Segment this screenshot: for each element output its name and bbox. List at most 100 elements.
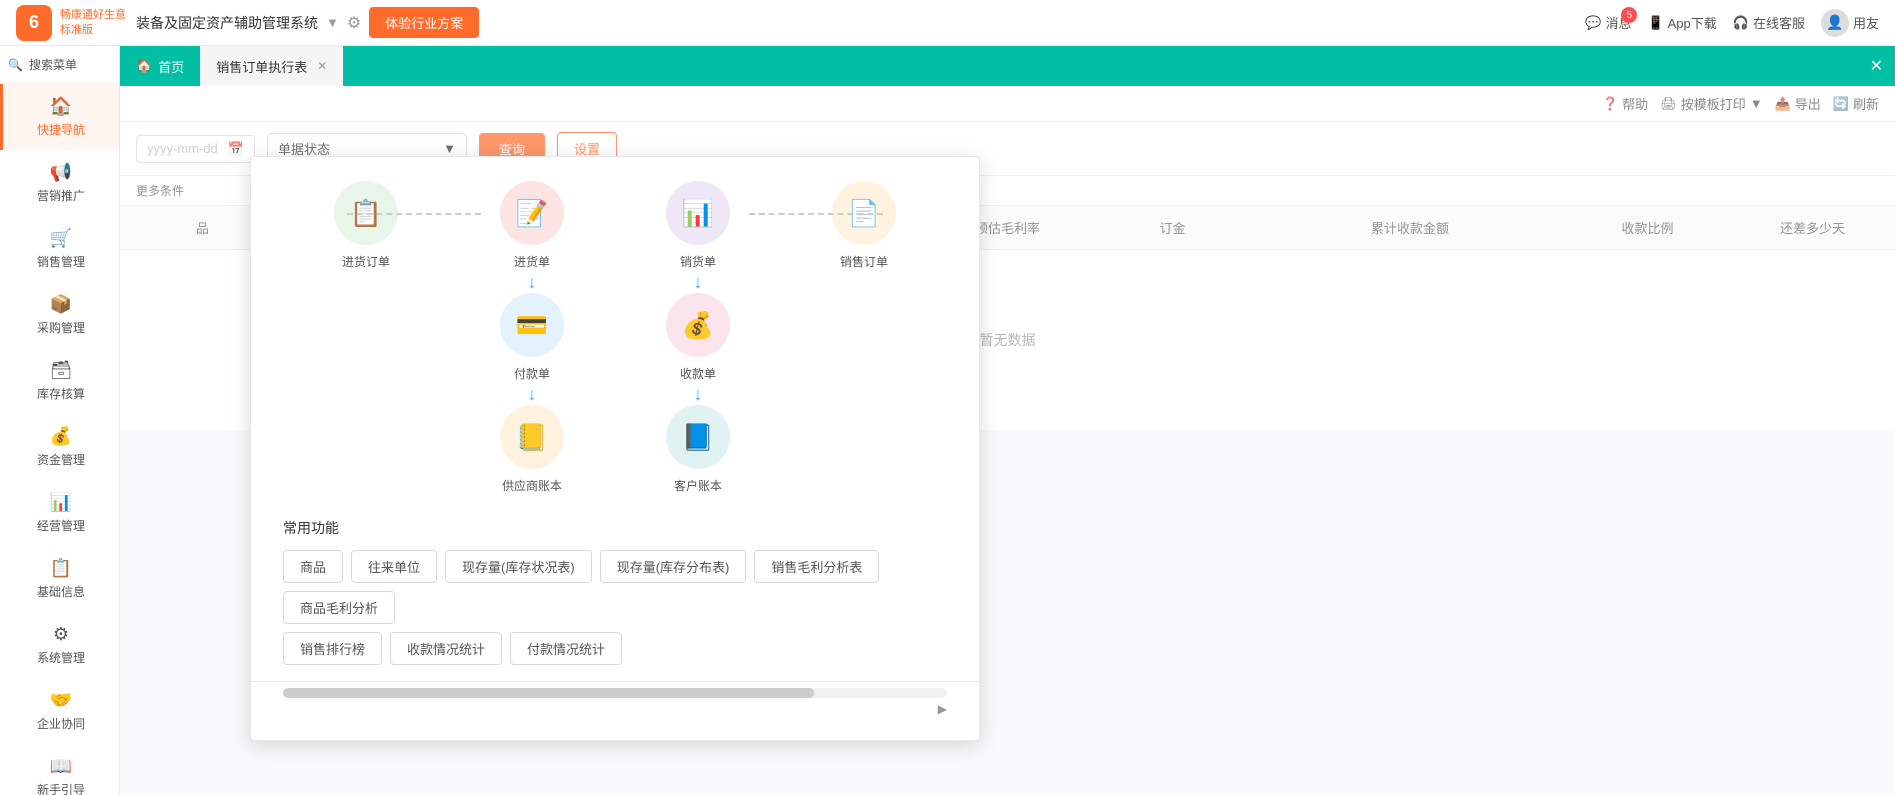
- wf-node-purchase-order: 📋 进货订单: [283, 181, 449, 270]
- supplier-ledger-icon: 📒: [500, 405, 564, 469]
- tabbar: 🏠 首页 销售订单执行表 ✕ ✕: [120, 46, 1895, 86]
- experience-button[interactable]: 体验行业方案: [369, 7, 479, 38]
- app-logo: 6 畅康通好生意 标准版: [16, 5, 136, 41]
- sidebar-item-basic-info[interactable]: 📋 基础信息: [0, 546, 119, 612]
- payment-bill-down-arrow: ↓: [528, 384, 537, 405]
- common-buttons-row1: 商品 往来单位 现存量(库存状况表) 现存量(库存分布表) 销售毛利分析表 商品…: [283, 550, 947, 624]
- wf-node-customer-ledger: 📘 客户账本: [615, 405, 781, 494]
- purchase-bill-down-arrow: ↓: [528, 272, 537, 293]
- wf-node-payment-bill: 💳 付款单 ↓: [449, 293, 615, 405]
- guide-icon: 📖: [50, 756, 72, 777]
- btn-stock-status[interactable]: 现存量(库存状况表): [445, 550, 592, 583]
- tab-home[interactable]: 🏠 首页: [120, 46, 200, 86]
- page-content: ❓ 帮助 🖨 按模板打印 ▼ 📤 导出 🔄 刷新: [120, 86, 1895, 795]
- message-icon: 💬: [1585, 15, 1601, 31]
- sidebar-item-system[interactable]: ⚙ 系统管理: [0, 612, 119, 678]
- btn-receipt-stats[interactable]: 收款情况统计: [390, 632, 502, 665]
- purchase-bill-icon: 📝: [500, 181, 564, 245]
- tab-close-icon[interactable]: ✕: [317, 59, 327, 73]
- sales-bill-down-arrow: ↓: [694, 272, 703, 293]
- sales-bill-label: 销货单: [680, 253, 716, 270]
- logo-icon: 6: [16, 5, 52, 41]
- customer-ledger-icon: 📘: [666, 405, 730, 469]
- home-tab-icon: 🏠: [136, 58, 152, 74]
- operation-icon: 📊: [50, 492, 72, 513]
- wf-node-sales-order: 📄 销售订单: [781, 181, 947, 270]
- scroll-right-icon[interactable]: ▶: [938, 702, 947, 716]
- receipt-bill-label: 收款单: [680, 365, 716, 382]
- sales-order-label: 销售订单: [840, 253, 888, 270]
- btn-stock-dist[interactable]: 现存量(库存分布表): [600, 550, 747, 583]
- payment-bill-label: 付款单: [514, 365, 550, 382]
- sidebar-item-guide[interactable]: 📖 新手引导: [0, 744, 119, 795]
- sidebar-item-quick-guide[interactable]: 🏠 快捷导航: [0, 84, 119, 150]
- inventory-icon: 🗃: [50, 360, 73, 381]
- system-info: 装备及固定资产辅助管理系统 ▼ ⚙ 体验行业方案: [136, 7, 1585, 38]
- btn-contacts[interactable]: 往来单位: [351, 550, 437, 583]
- basic-info-icon: 📋: [50, 558, 72, 579]
- app-download-action[interactable]: 📱 App下载: [1647, 13, 1716, 32]
- btn-payment-stats[interactable]: 付款情况统计: [510, 632, 622, 665]
- wf-node-supplier-ledger: 📒 供应商账本: [449, 405, 615, 494]
- tab-sales-order-exec[interactable]: 销售订单执行表 ✕: [200, 46, 343, 86]
- sales-bill-icon: 📊: [666, 181, 730, 245]
- sidebar-item-enterprise[interactable]: 🤝 企业协同: [0, 678, 119, 744]
- online-service-action[interactable]: 🎧 在线客服: [1733, 13, 1805, 32]
- user-name: 用友: [1853, 13, 1879, 32]
- receipt-bill-icon: 💰: [666, 293, 730, 357]
- scroll-area: ▶: [251, 681, 979, 716]
- common-functions-section: 常用功能 商品 往来单位 现存量(库存状况表) 现存量(库存分布表) 销售毛利分…: [283, 518, 947, 665]
- btn-sales-profit-analysis[interactable]: 销售毛利分析表: [754, 550, 879, 583]
- sidebar-item-purchase[interactable]: 📦 采购管理: [0, 282, 119, 348]
- sidebar-item-operation[interactable]: 📊 经营管理: [0, 480, 119, 546]
- receipt-bill-down-arrow: ↓: [694, 384, 703, 405]
- purchase-icon: 📦: [50, 294, 72, 315]
- service-icon: 🎧: [1733, 15, 1749, 31]
- message-action[interactable]: 💬 消息 5: [1585, 13, 1631, 32]
- download-icon: 📱: [1647, 15, 1663, 31]
- finance-icon: 💰: [50, 426, 72, 447]
- system-name: 装备及固定资产辅助管理系统: [136, 13, 318, 33]
- scrollbar-thumb: [283, 688, 814, 698]
- marketing-icon: 📢: [50, 162, 72, 183]
- payment-bill-icon: 💳: [500, 293, 564, 357]
- modal-overlay: 📋 进货订单 📝 进货单 ↓: [120, 86, 1895, 795]
- user-menu[interactable]: 👤 用友: [1821, 9, 1879, 37]
- scroll-right-btn: ▶: [283, 702, 947, 716]
- content-area: 🏠 首页 销售订单执行表 ✕ ✕ ❓ 帮助 🖨: [120, 46, 1895, 795]
- sidebar-item-sales[interactable]: 🛒 销售管理: [0, 216, 119, 282]
- modal-box: 📋 进货订单 📝 进货单 ↓: [250, 156, 980, 741]
- tab-close-all-icon[interactable]: ✕: [1870, 56, 1883, 76]
- horizontal-scrollbar[interactable]: [283, 688, 947, 698]
- message-badge: 5: [1621, 7, 1637, 23]
- user-avatar: 👤: [1821, 9, 1849, 37]
- sidebar-item-finance[interactable]: 💰 资金管理: [0, 414, 119, 480]
- purchase-order-label: 进货订单: [342, 253, 390, 270]
- sidebar-item-inventory[interactable]: 🗃 库存核算: [0, 348, 119, 414]
- workflow-diagram: 📋 进货订单 📝 进货单 ↓: [283, 181, 947, 494]
- sales-icon: 🛒: [50, 228, 72, 249]
- wf-node-sales-bill: 📊 销货单 ↓: [615, 181, 781, 293]
- btn-goods-profit-analysis[interactable]: 商品毛利分析: [283, 591, 395, 624]
- btn-sales-ranking[interactable]: 销售排行榜: [283, 632, 382, 665]
- sidebar-item-marketing[interactable]: 📢 营销推广: [0, 150, 119, 216]
- supplier-ledger-label: 供应商账本: [502, 477, 562, 494]
- enterprise-icon: 🤝: [50, 690, 72, 711]
- sidebar: 🔍 搜索菜单 🏠 快捷导航 📢 营销推广 🛒 销售管理 📦 采购管理 🗃: [0, 46, 120, 795]
- wf-node-purchase-bill: 📝 进货单 ↓: [449, 181, 615, 293]
- search-icon: 🔍: [8, 58, 23, 72]
- wf-node-receipt-bill: 💰 收款单 ↓: [615, 293, 781, 405]
- system-icon: ⚙: [53, 624, 69, 645]
- btn-goods[interactable]: 商品: [283, 550, 343, 583]
- settings-icon[interactable]: ⚙: [347, 13, 361, 33]
- customer-ledger-label: 客户账本: [674, 477, 722, 494]
- topbar-right: 💬 消息 5 📱 App下载 🎧 在线客服 👤 用友: [1585, 9, 1879, 37]
- home-icon: 🏠: [50, 96, 72, 117]
- topbar: 6 畅康通好生意 标准版 装备及固定资产辅助管理系统 ▼ ⚙ 体验行业方案 💬 …: [0, 0, 1895, 46]
- common-buttons-row2: 销售排行榜 收款情况统计 付款情况统计: [283, 632, 947, 665]
- purchase-bill-label: 进货单: [514, 253, 550, 270]
- logo-text: 畅康通好生意 标准版: [60, 8, 126, 37]
- sidebar-search[interactable]: 🔍 搜索菜单: [0, 46, 119, 84]
- system-dropdown-icon[interactable]: ▼: [326, 15, 339, 30]
- common-functions-title: 常用功能: [283, 518, 947, 538]
